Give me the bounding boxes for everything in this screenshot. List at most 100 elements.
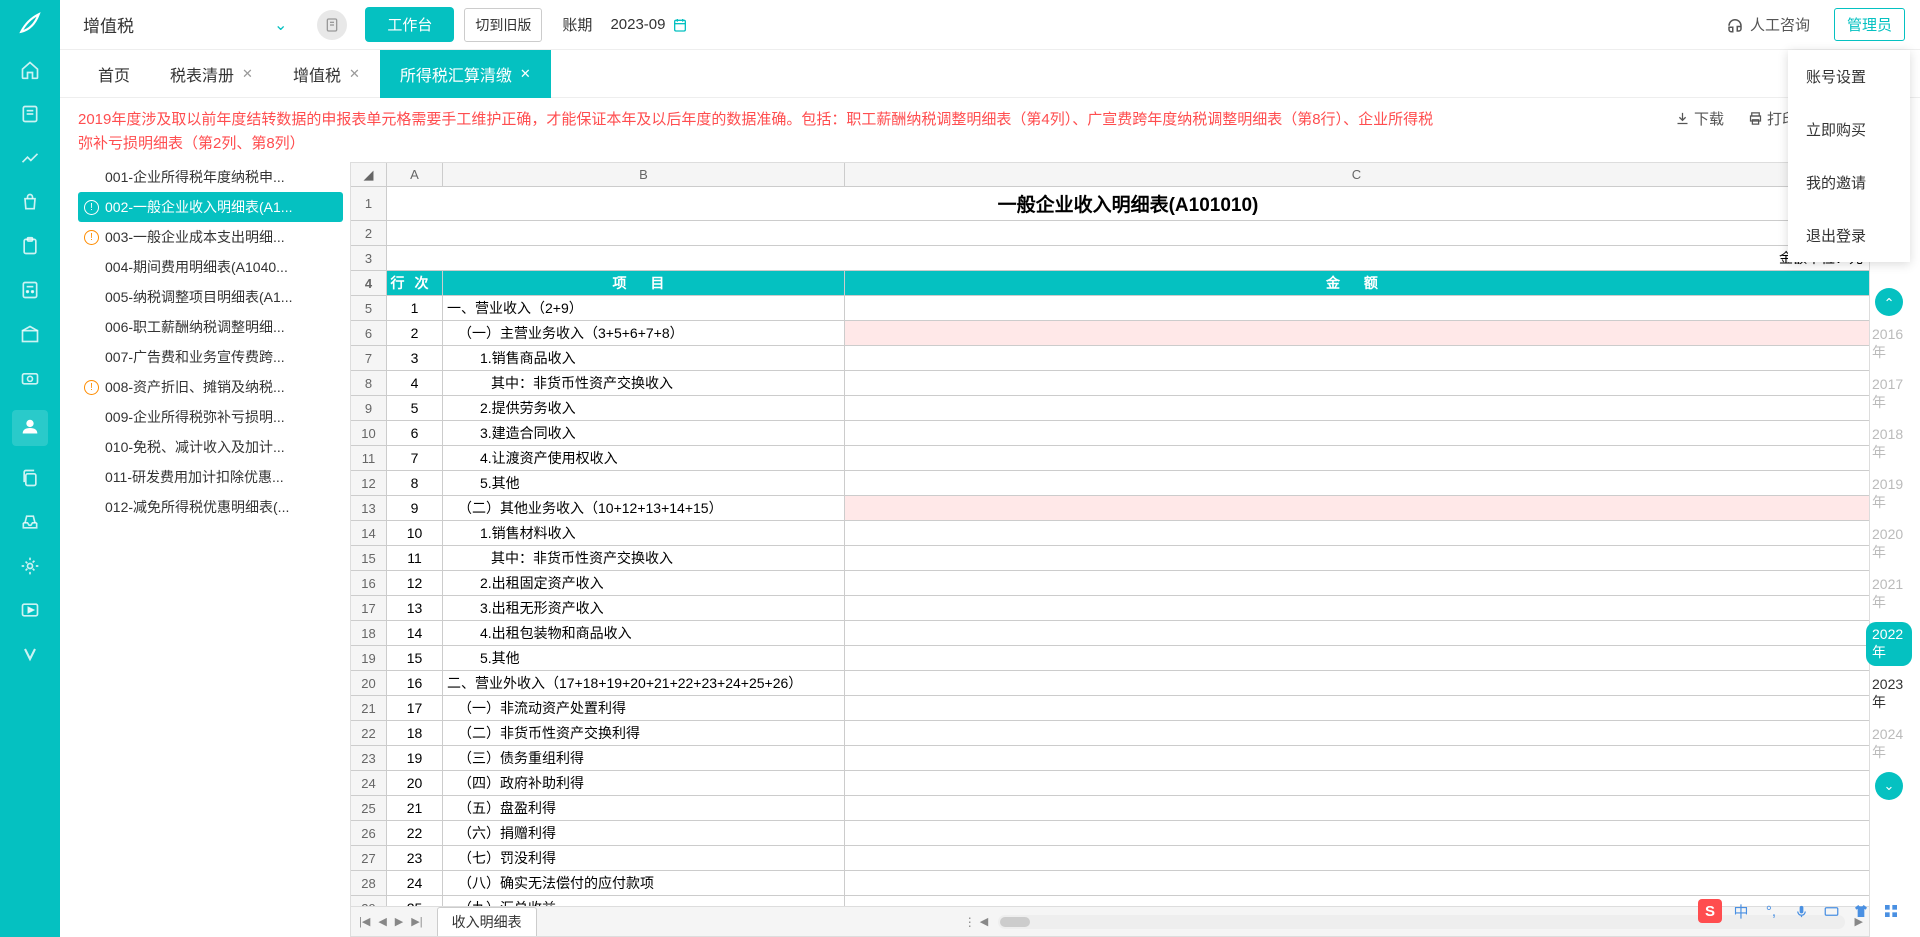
cell-lineno[interactable]: 16 <box>387 671 443 695</box>
cell-amount[interactable] <box>845 421 1869 445</box>
cell-amount[interactable] <box>845 846 1869 870</box>
year-up-icon[interactable]: ⌄ <box>1875 288 1903 316</box>
cell-lineno[interactable]: 4 <box>387 371 443 395</box>
user-menu-item-1[interactable]: 立即购买 <box>1788 103 1910 156</box>
cell-lineno[interactable]: 22 <box>387 821 443 845</box>
nav-building-icon[interactable] <box>18 322 42 346</box>
cell-amount[interactable] <box>845 721 1869 745</box>
cell-item[interactable]: （五）盘盈利得 <box>443 796 845 820</box>
cell-lineno[interactable]: 19 <box>387 746 443 770</box>
row-header[interactable]: 1 <box>351 187 387 220</box>
switch-old-button[interactable]: 切到旧版 <box>464 8 542 42</box>
ime-badge[interactable]: S <box>1698 899 1722 923</box>
nav-home-icon[interactable] <box>18 58 42 82</box>
cell-lineno[interactable]: 14 <box>387 621 443 645</box>
year-2017年[interactable]: 2017年 <box>1866 372 1912 416</box>
cell-lineno[interactable]: 8 <box>387 471 443 495</box>
year-2021年[interactable]: 2021年 <box>1866 572 1912 616</box>
note-icon[interactable] <box>317 10 347 40</box>
row-header[interactable]: 21 <box>351 696 387 720</box>
form-item-012[interactable]: 012-减免所得税优惠明细表(... <box>78 492 343 522</box>
row-header[interactable]: 15 <box>351 546 387 570</box>
ime-keyboard-icon[interactable] <box>1820 900 1842 922</box>
nav-doc-icon[interactable] <box>18 102 42 126</box>
cell-item[interactable]: （三）债务重组利得 <box>443 746 845 770</box>
cell-lineno[interactable]: 21 <box>387 796 443 820</box>
cell-amount[interactable] <box>845 571 1869 595</box>
cell-lineno[interactable]: 25 <box>387 896 443 906</box>
ime-punct-icon[interactable]: °, <box>1760 900 1782 922</box>
year-down-icon[interactable]: ⌄ <box>1875 772 1903 800</box>
cell-amount[interactable] <box>845 871 1869 895</box>
cell-item[interactable]: （六）捐赠利得 <box>443 821 845 845</box>
cell-item[interactable]: 一、营业收入（2+9） <box>443 296 845 320</box>
nav-clipboard-icon[interactable] <box>18 234 42 258</box>
row-header[interactable]: 7 <box>351 346 387 370</box>
cell-item[interactable]: 4.让渡资产使用权收入 <box>443 446 845 470</box>
row-header[interactable]: 24 <box>351 771 387 795</box>
row-header[interactable]: 28 <box>351 871 387 895</box>
row-header[interactable]: 2 <box>351 221 387 245</box>
row-header[interactable]: 9 <box>351 396 387 420</box>
nav-copy-icon[interactable] <box>18 466 42 490</box>
row-header[interactable]: 11 <box>351 446 387 470</box>
cell-lineno[interactable]: 9 <box>387 496 443 520</box>
form-item-001[interactable]: 001-企业所得税年度纳税申... <box>78 162 343 192</box>
cell-amount[interactable] <box>845 746 1869 770</box>
col-header-b[interactable]: B <box>443 163 845 186</box>
cell-lineno[interactable]: 3 <box>387 346 443 370</box>
consult-link[interactable]: 人工咨询 <box>1726 14 1810 35</box>
ime-mic-icon[interactable] <box>1790 900 1812 922</box>
cell-amount[interactable] <box>845 821 1869 845</box>
nav-tax-icon[interactable] <box>12 410 48 446</box>
sheet-last-icon[interactable]: ▶| <box>409 913 424 930</box>
cell-item[interactable]: 1.销售商品收入 <box>443 346 845 370</box>
download-button[interactable]: 下载 <box>1675 108 1724 129</box>
nav-money-icon[interactable] <box>18 366 42 390</box>
row-header[interactable]: 22 <box>351 721 387 745</box>
row-header[interactable]: 5 <box>351 296 387 320</box>
cell-amount[interactable] <box>845 796 1869 820</box>
cell-amount[interactable] <box>845 396 1869 420</box>
cell-item[interactable]: （九）汇兑收益 <box>443 896 845 906</box>
year-2019年[interactable]: 2019年 <box>1866 472 1912 516</box>
nav-chart-icon[interactable] <box>18 146 42 170</box>
nav-v-icon[interactable] <box>18 642 42 666</box>
cell-amount[interactable] <box>845 446 1869 470</box>
cell-amount[interactable] <box>845 346 1869 370</box>
cell-item[interactable]: （八）确实无法偿付的应付款项 <box>443 871 845 895</box>
form-item-011[interactable]: 011-研发费用加计扣除优惠... <box>78 462 343 492</box>
row-header[interactable]: 17 <box>351 596 387 620</box>
tab-0[interactable]: 首页 <box>78 50 150 98</box>
row-header[interactable]: 14 <box>351 521 387 545</box>
row-header[interactable]: 4 <box>351 271 387 295</box>
cell-lineno[interactable]: 7 <box>387 446 443 470</box>
cell-item[interactable]: 1.销售材料收入 <box>443 521 845 545</box>
row-header[interactable]: 27 <box>351 846 387 870</box>
ime-lang[interactable]: 中 <box>1730 900 1752 922</box>
cell-item[interactable]: （四）政府补助利得 <box>443 771 845 795</box>
row-header[interactable]: 18 <box>351 621 387 645</box>
row-header[interactable]: 13 <box>351 496 387 520</box>
ime-shirt-icon[interactable] <box>1850 900 1872 922</box>
form-item-002[interactable]: !002-一般企业收入明细表(A1... <box>78 192 343 222</box>
cell-lineno[interactable]: 18 <box>387 721 443 745</box>
form-item-005[interactable]: 005-纳税调整项目明细表(A1... <box>78 282 343 312</box>
cell-amount[interactable] <box>845 321 1869 345</box>
row-header[interactable]: 16 <box>351 571 387 595</box>
nav-play-icon[interactable] <box>18 598 42 622</box>
cell-amount[interactable] <box>845 546 1869 570</box>
cell-lineno[interactable]: 6 <box>387 421 443 445</box>
cell-amount[interactable] <box>845 371 1869 395</box>
cell-lineno[interactable]: 13 <box>387 596 443 620</box>
col-header-a[interactable]: A <box>387 163 443 186</box>
sheet-prev-icon[interactable]: ◀ <box>376 913 388 930</box>
row-header[interactable]: 25 <box>351 796 387 820</box>
row-header[interactable]: 6 <box>351 321 387 345</box>
row-header[interactable]: 23 <box>351 746 387 770</box>
cell-amount[interactable] <box>845 771 1869 795</box>
row-header[interactable]: 10 <box>351 421 387 445</box>
row-header[interactable]: 12 <box>351 471 387 495</box>
form-item-008[interactable]: !008-资产折旧、摊销及纳税... <box>78 372 343 402</box>
cell-item[interactable]: 5.其他 <box>443 471 845 495</box>
